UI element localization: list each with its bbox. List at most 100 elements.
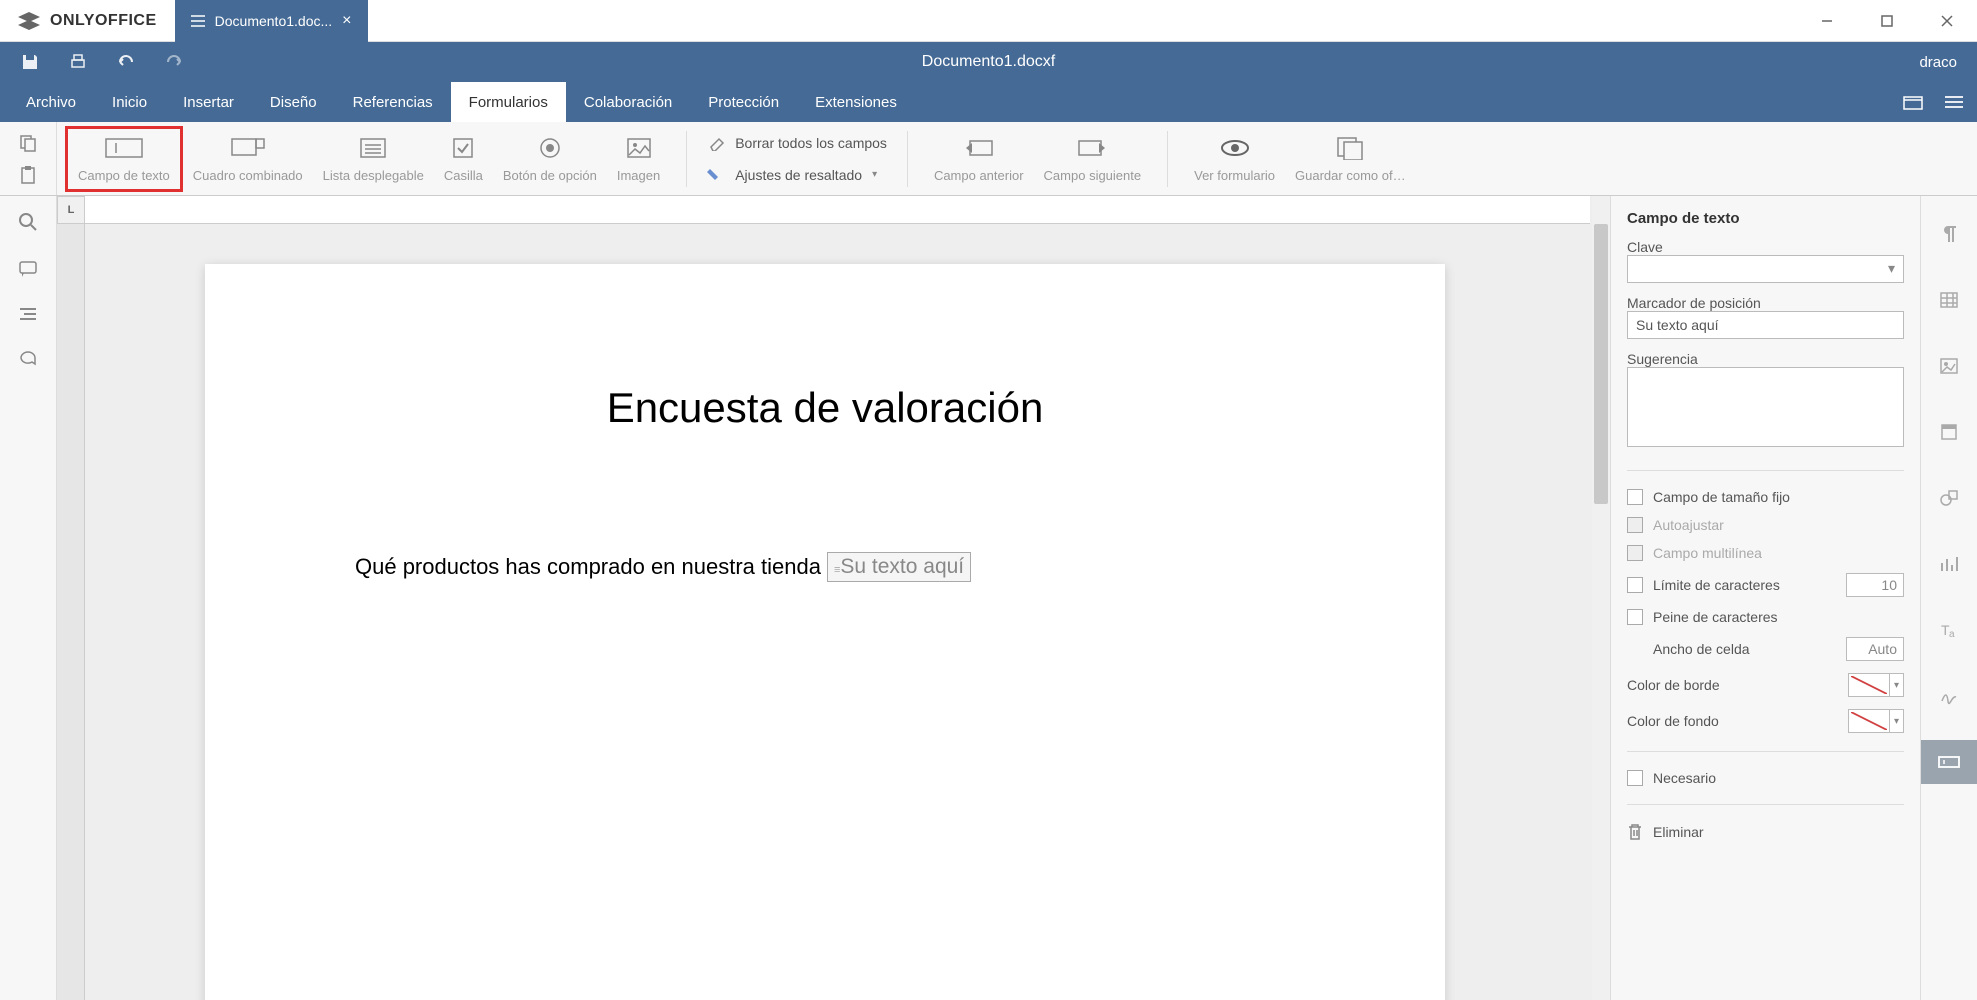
minimize-button[interactable] <box>1797 0 1857 42</box>
dropdown-list-button[interactable]: Lista desplegable <box>313 126 434 192</box>
horizontal-ruler[interactable] <box>85 196 1590 224</box>
onlyoffice-icon <box>18 12 40 30</box>
headings-icon[interactable] <box>18 306 38 322</box>
search-icon[interactable] <box>18 212 38 232</box>
prev-field-icon <box>964 134 994 162</box>
key-label: Clave <box>1627 239 1904 255</box>
print-icon[interactable] <box>68 52 88 72</box>
close-button[interactable] <box>1917 0 1977 42</box>
form-settings-panel: Campo de texto Clave Marcador de posició… <box>1610 196 1920 1000</box>
document-tab[interactable]: Documento1.doc... × <box>175 0 368 42</box>
undo-icon[interactable] <box>116 54 136 70</box>
image-button[interactable]: Imagen <box>607 126 670 192</box>
save-icon[interactable] <box>20 52 40 72</box>
clear-all-fields-button[interactable]: Borrar todos los campos <box>695 129 899 157</box>
ruler-corner[interactable]: L <box>57 196 85 224</box>
save-as-oform-button[interactable]: Guardar como of… <box>1285 126 1416 192</box>
document-title: Documento1.docxf <box>922 53 1055 71</box>
image-settings-icon[interactable] <box>1921 344 1977 388</box>
shape-settings-icon[interactable] <box>1921 476 1977 520</box>
question-text[interactable]: Qué productos has comprado en nuestra ti… <box>355 554 821 580</box>
tab-close-icon[interactable]: × <box>342 12 351 30</box>
delete-button[interactable]: Eliminar <box>1627 823 1904 841</box>
menu-colaboracion[interactable]: Colaboración <box>566 82 690 122</box>
highlight-icon <box>707 167 725 183</box>
dropdown-icon <box>357 134 389 162</box>
text-field-button[interactable]: Campo de texto <box>65 126 183 192</box>
checkbox-icon <box>450 134 476 162</box>
document-canvas[interactable]: L Encuesta de valoración Qué productos h… <box>57 196 1610 1000</box>
paragraph-settings-icon[interactable] <box>1921 212 1977 256</box>
tab-title: Documento1.doc... <box>215 13 333 29</box>
signature-settings-icon[interactable] <box>1921 674 1977 718</box>
main-menu: Archivo Inicio Insertar Diseño Referenci… <box>0 82 1977 122</box>
user-name[interactable]: draco <box>1919 54 1957 71</box>
document-page[interactable]: Encuesta de valoración Qué productos has… <box>205 264 1445 1000</box>
form-settings-icon[interactable] <box>1921 740 1977 784</box>
chart-settings-icon[interactable] <box>1921 542 1977 586</box>
eraser-icon <box>707 135 725 151</box>
page-title[interactable]: Encuesta de valoración <box>355 384 1295 432</box>
menu-formularios[interactable]: Formularios <box>451 82 566 122</box>
key-input[interactable] <box>1627 255 1904 283</box>
open-location-icon[interactable] <box>1903 94 1923 110</box>
next-field-icon <box>1077 134 1107 162</box>
autofit-checkbox: Autoajustar <box>1627 517 1904 533</box>
titlebar: ONLYOFFICE Documento1.doc... × <box>0 0 1977 42</box>
vertical-ruler[interactable] <box>57 224 85 1000</box>
placeholder-input[interactable] <box>1627 311 1904 339</box>
view-form-button[interactable]: Ver formulario <box>1184 126 1285 192</box>
radio-button[interactable]: Botón de opción <box>493 126 607 192</box>
textart-settings-icon[interactable]: Ta <box>1921 608 1977 652</box>
paste-icon[interactable] <box>19 166 37 184</box>
placeholder-label: Marcador de posición <box>1627 295 1904 311</box>
menu-diseno[interactable]: Diseño <box>252 82 335 122</box>
cell-width-value[interactable]: Auto <box>1846 637 1904 661</box>
save-as-icon <box>1336 134 1364 162</box>
menu-archivo[interactable]: Archivo <box>8 82 94 122</box>
menu-extensiones[interactable]: Extensiones <box>797 82 915 122</box>
required-checkbox[interactable]: Necesario <box>1627 770 1904 786</box>
border-color-row: Color de borde ▾ <box>1627 673 1904 697</box>
bg-color-picker[interactable]: ▾ <box>1848 709 1904 733</box>
combo-box-button[interactable]: Cuadro combinado <box>183 126 313 192</box>
form-text-field[interactable]: ≡Su texto aquí <box>827 552 971 582</box>
redo-icon[interactable] <box>164 54 184 70</box>
cell-width-row: Ancho de celda Auto <box>1627 637 1904 661</box>
scrollbar-thumb[interactable] <box>1594 224 1608 504</box>
header-footer-icon[interactable] <box>1921 410 1977 454</box>
combo-box-icon <box>230 134 266 162</box>
settings-menu-icon[interactable] <box>1945 95 1963 109</box>
menu-inicio[interactable]: Inicio <box>94 82 165 122</box>
menu-referencias[interactable]: Referencias <box>335 82 451 122</box>
maximize-button[interactable] <box>1857 0 1917 42</box>
app-name: ONLYOFFICE <box>50 12 157 30</box>
hamburger-icon <box>191 15 205 27</box>
char-limit-value[interactable]: 10 <box>1846 573 1904 597</box>
copy-icon[interactable] <box>19 134 37 152</box>
multiline-checkbox: Campo multilínea <box>1627 545 1904 561</box>
eye-icon <box>1220 134 1250 162</box>
char-limit-row[interactable]: Límite de caracteres 10 <box>1627 573 1904 597</box>
chevron-down-icon: ▾ <box>872 169 877 180</box>
prev-field-button[interactable]: Campo anterior <box>924 126 1034 192</box>
highlight-settings-button[interactable]: Ajustes de resaltado ▾ <box>695 161 899 189</box>
hint-input[interactable] <box>1627 367 1904 447</box>
feedback-icon[interactable] <box>18 350 38 368</box>
table-settings-icon[interactable] <box>1921 278 1977 322</box>
ribbon-side-buttons <box>0 122 57 195</box>
hint-label: Sugerencia <box>1627 351 1904 367</box>
vertical-scrollbar[interactable] <box>1592 196 1610 1000</box>
comments-icon[interactable] <box>18 260 38 278</box>
fixed-size-checkbox[interactable]: Campo de tamaño fijo <box>1627 489 1904 505</box>
bg-color-row: Color de fondo ▾ <box>1627 709 1904 733</box>
left-rail <box>0 196 57 1000</box>
checkbox-button[interactable]: Casilla <box>434 126 493 192</box>
trash-icon <box>1627 823 1643 841</box>
window-controls <box>1797 0 1977 42</box>
menu-proteccion[interactable]: Protección <box>690 82 797 122</box>
border-color-picker[interactable]: ▾ <box>1848 673 1904 697</box>
char-comb-checkbox[interactable]: Peine de caracteres <box>1627 609 1904 625</box>
next-field-button[interactable]: Campo siguiente <box>1034 126 1152 192</box>
menu-insertar[interactable]: Insertar <box>165 82 252 122</box>
